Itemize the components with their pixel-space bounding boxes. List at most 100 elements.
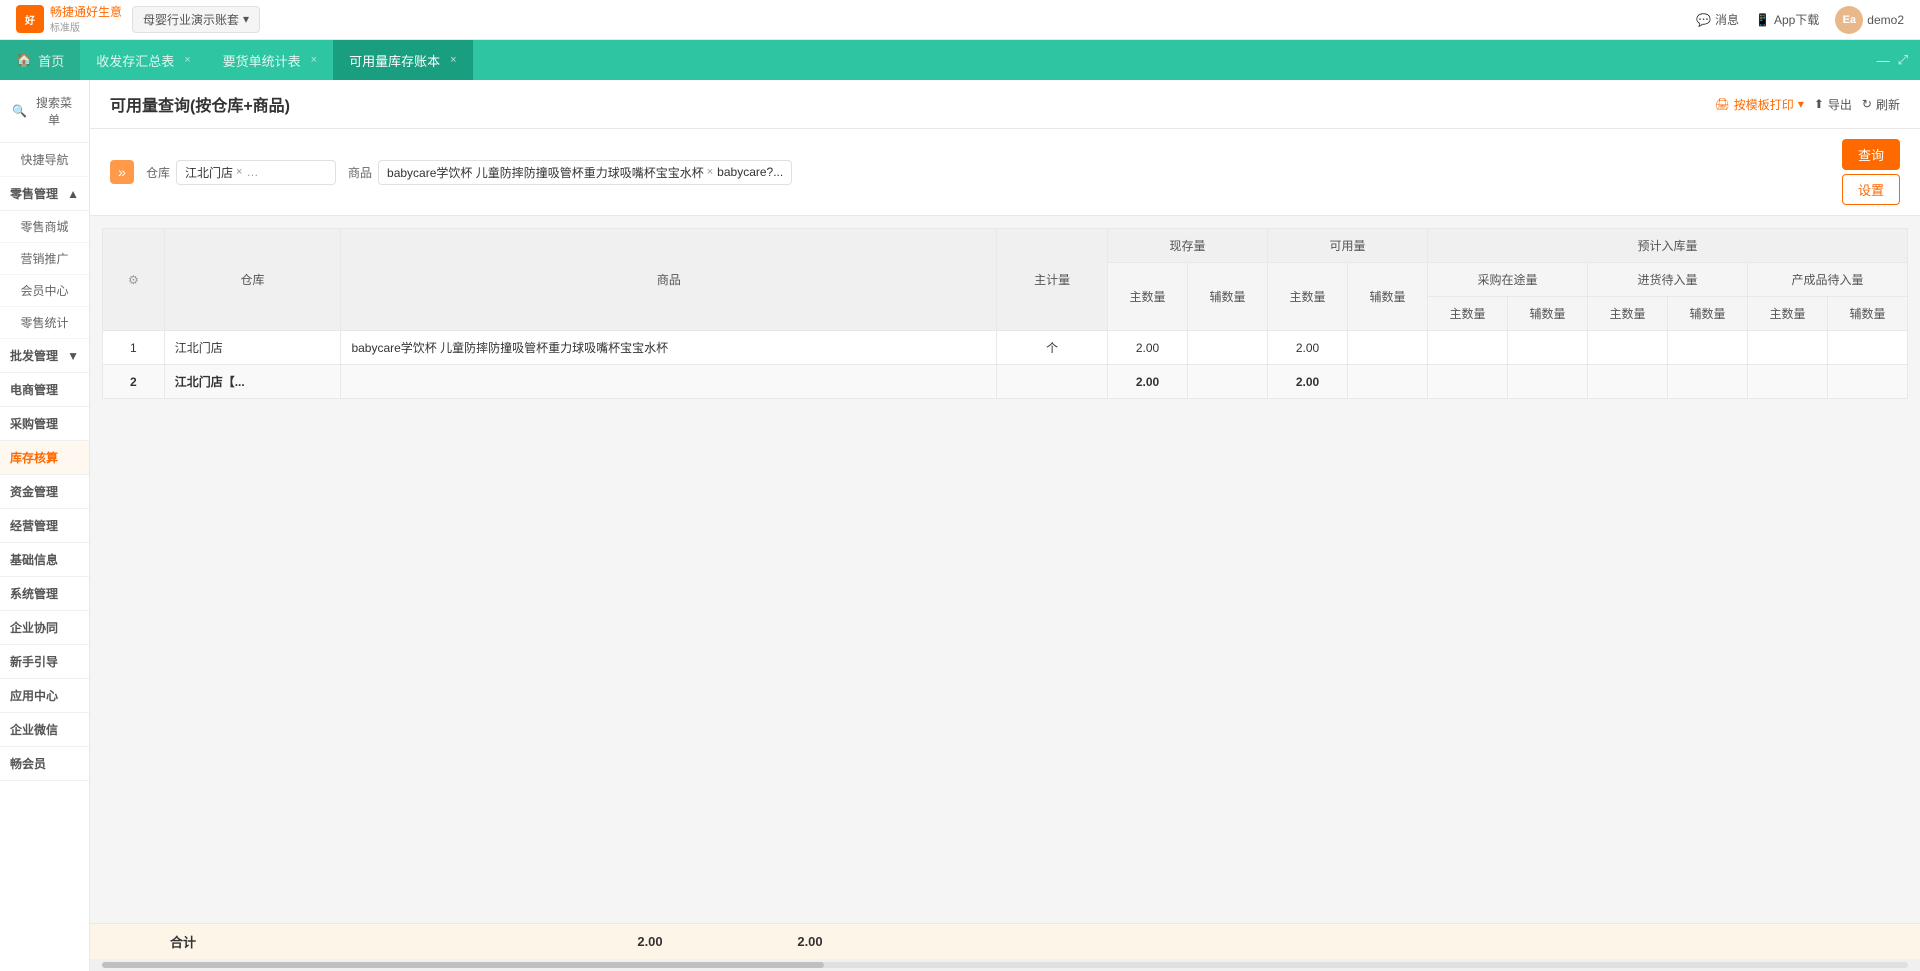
table-row: 1 江北门店 babycare学饮杯 儿童防摔防撞吸管杯重力球吸嘴杯宝宝水杯 个… (103, 331, 1908, 365)
cell-product-2 (341, 365, 997, 399)
search-icon: 🔍 (12, 104, 27, 118)
top-bar-left: 好 畅捷通好生意 标准版 母婴行业演示账套 ▾ (16, 5, 260, 34)
settings-button[interactable]: 设置 (1842, 174, 1900, 205)
industry-label: 母婴行业演示账套 (143, 11, 239, 28)
username: demo2 (1867, 13, 1904, 27)
tab-home[interactable]: 🏠 首页 (0, 40, 80, 80)
close-tab-available[interactable]: × (450, 54, 456, 66)
sidebar-section-wholesale[interactable]: 批发管理 ▼ (0, 339, 89, 373)
app-download-button[interactable]: 📱 App下载 (1755, 11, 1819, 28)
product-label: 商品 (348, 164, 372, 181)
warehouse-tags[interactable]: 江北门店 × … (176, 160, 336, 185)
cell-avail-aux-1 (1348, 331, 1428, 365)
export-button[interactable]: ⬆ 导出 (1814, 96, 1852, 113)
template-print-button[interactable]: 🖨 按模板打印 ▾ (1715, 96, 1804, 113)
summary-label: 合计 (110, 932, 270, 951)
cell-product-1: babycare学饮杯 儿童防摔防撞吸管杯重力球吸嘴杯宝宝水杯 (341, 331, 997, 365)
logo-text-block: 畅捷通好生意 标准版 (50, 5, 122, 34)
cell-finished-aux-2 (1828, 365, 1908, 399)
sidebar-section-ecommerce[interactable]: 电商管理 (0, 373, 89, 407)
cell-incoming-aux-2 (1668, 365, 1748, 399)
sidebar-section-guide[interactable]: 新手引导 (0, 645, 89, 679)
logo-sub: 标准版 (50, 19, 122, 34)
cell-purchase-main-2 (1428, 365, 1508, 399)
industry-selector[interactable]: 母婴行业演示账套 ▾ (132, 6, 260, 33)
logo-text: 畅捷通好生意 (50, 5, 122, 19)
top-bar-right: 💬 消息 📱 App下载 Ea demo2 (1696, 6, 1904, 34)
summary-bar: 合计 2.00 2.00 (90, 923, 1920, 959)
sidebar-item-marketing[interactable]: 营销推广 (0, 243, 89, 275)
content-area: 可用量查询(按仓库+商品) 🖨 按模板打印 ▾ ⬆ 导出 ↻ 刷新 » (90, 80, 1920, 971)
page-title: 可用量查询(按仓库+商品) (110, 92, 290, 116)
product-tags[interactable]: babycare学饮杯 儿童防摔防撞吸管杯重力球吸嘴杯宝宝水杯 × babyca… (378, 160, 792, 185)
warehouse-label: 仓库 (146, 164, 170, 181)
cell-finished-aux-1 (1828, 331, 1908, 365)
cell-incoming-main-1 (1588, 331, 1668, 365)
cell-unit-2 (997, 365, 1108, 399)
summary-avail-main: 2.00 (770, 934, 850, 949)
sidebar-item-quick-nav[interactable]: 快捷导航 (0, 143, 89, 177)
cell-finished-main-2 (1748, 365, 1828, 399)
sidebar-section-vip[interactable]: 畅会员 (0, 747, 89, 781)
cell-finished-main-1 (1748, 331, 1828, 365)
sidebar-section-basic-info[interactable]: 基础信息 (0, 543, 89, 577)
sidebar-search: 🔍 搜索菜单 (0, 80, 89, 143)
sidebar-section-business[interactable]: 经营管理 (0, 509, 89, 543)
sidebar-item-members[interactable]: 会员中心 (0, 275, 89, 307)
cell-stock-aux-1 (1188, 331, 1268, 365)
product-filter: 商品 babycare学饮杯 儿童防摔防撞吸管杯重力球吸嘴杯宝宝水杯 × bab… (348, 160, 792, 185)
chevron-down-icon: ▼ (67, 349, 79, 363)
warehouse-tag-close[interactable]: × (236, 166, 242, 178)
scrollbar-thumb[interactable] (102, 962, 824, 968)
user-menu[interactable]: Ea demo2 (1835, 6, 1904, 34)
product-tag-2: babycare?... (717, 165, 783, 179)
logo-icon: 好 (16, 5, 44, 33)
cell-avail-main-1: 2.00 (1268, 331, 1348, 365)
sidebar-section-wechat[interactable]: 企业微信 (0, 713, 89, 747)
sidebar-section-retail[interactable]: 零售管理 ▲ (0, 177, 89, 211)
close-tab-receive[interactable]: × (184, 54, 190, 66)
product-tag-1-close[interactable]: × (707, 166, 713, 178)
cell-stock-aux-2 (1188, 365, 1268, 399)
tab-order-stats[interactable]: 要货单统计表 × (207, 40, 333, 80)
close-tab-order[interactable]: × (311, 54, 317, 66)
message-button[interactable]: 💬 消息 (1696, 11, 1739, 28)
filter-expand-button[interactable]: » (110, 160, 134, 184)
logo: 好 畅捷通好生意 标准版 (16, 5, 122, 34)
tab-available-stock[interactable]: 可用量库存账本 × (333, 40, 472, 80)
search-menu-button[interactable]: 🔍 搜索菜单 (8, 90, 81, 132)
sidebar-section-collab[interactable]: 企业协同 (0, 611, 89, 645)
sidebar-item-retail-mall[interactable]: 零售商城 (0, 211, 89, 243)
query-button[interactable]: 查询 (1842, 139, 1900, 170)
minimize-icon[interactable]: — (1877, 53, 1890, 68)
sidebar-section-purchase[interactable]: 采购管理 (0, 407, 89, 441)
nav-tabs: 🏠 首页 收发存汇总表 × 要货单统计表 × 可用量库存账本 × — ⤢ (0, 40, 1920, 80)
maximize-icon[interactable]: ⤢ (1898, 52, 1908, 68)
sidebar-section-system[interactable]: 系统管理 (0, 577, 89, 611)
cell-stock-main-1: 2.00 (1108, 331, 1188, 365)
table-settings-icon[interactable]: ⚙ (128, 273, 139, 287)
sidebar-section-inventory[interactable]: 库存核算 (0, 441, 89, 475)
chevron-down-icon: ▾ (1798, 97, 1804, 111)
filter-action-buttons: 查询 设置 (1842, 139, 1900, 205)
home-icon: 🏠 (16, 52, 32, 68)
sidebar-section-finance[interactable]: 资金管理 (0, 475, 89, 509)
table-area: ⚙ 仓库 商品 主计量 现存量 可用量 预计入库量 主数量 辅数量 主数量 辅数… (90, 216, 1920, 923)
cell-purchase-main-1 (1428, 331, 1508, 365)
cell-incoming-main-2 (1588, 365, 1668, 399)
warehouse-tag: 江北门店 × (185, 164, 242, 181)
sidebar-section-apps[interactable]: 应用中心 (0, 679, 89, 713)
tab-receive-summary[interactable]: 收发存汇总表 × (80, 40, 206, 80)
window-controls: — ⤢ (1865, 52, 1920, 68)
sidebar: 🔍 搜索菜单 快捷导航 零售管理 ▲ 零售商城 营销推广 会员中心 零售统计 批… (0, 80, 90, 971)
refresh-button[interactable]: ↻ 刷新 (1862, 96, 1900, 113)
cell-index-1: 1 (103, 331, 165, 365)
summary-stock-main: 2.00 (610, 934, 690, 949)
top-bar: 好 畅捷通好生意 标准版 母婴行业演示账套 ▾ 💬 消息 📱 App下载 Ea … (0, 0, 1920, 40)
chevron-down-icon: ▾ (243, 12, 249, 26)
cell-incoming-aux-1 (1668, 331, 1748, 365)
cell-unit-1: 个 (997, 331, 1108, 365)
scrollbar-track (102, 962, 1908, 968)
filter-more-icon[interactable]: … (246, 165, 258, 179)
sidebar-item-retail-stats[interactable]: 零售统计 (0, 307, 89, 339)
